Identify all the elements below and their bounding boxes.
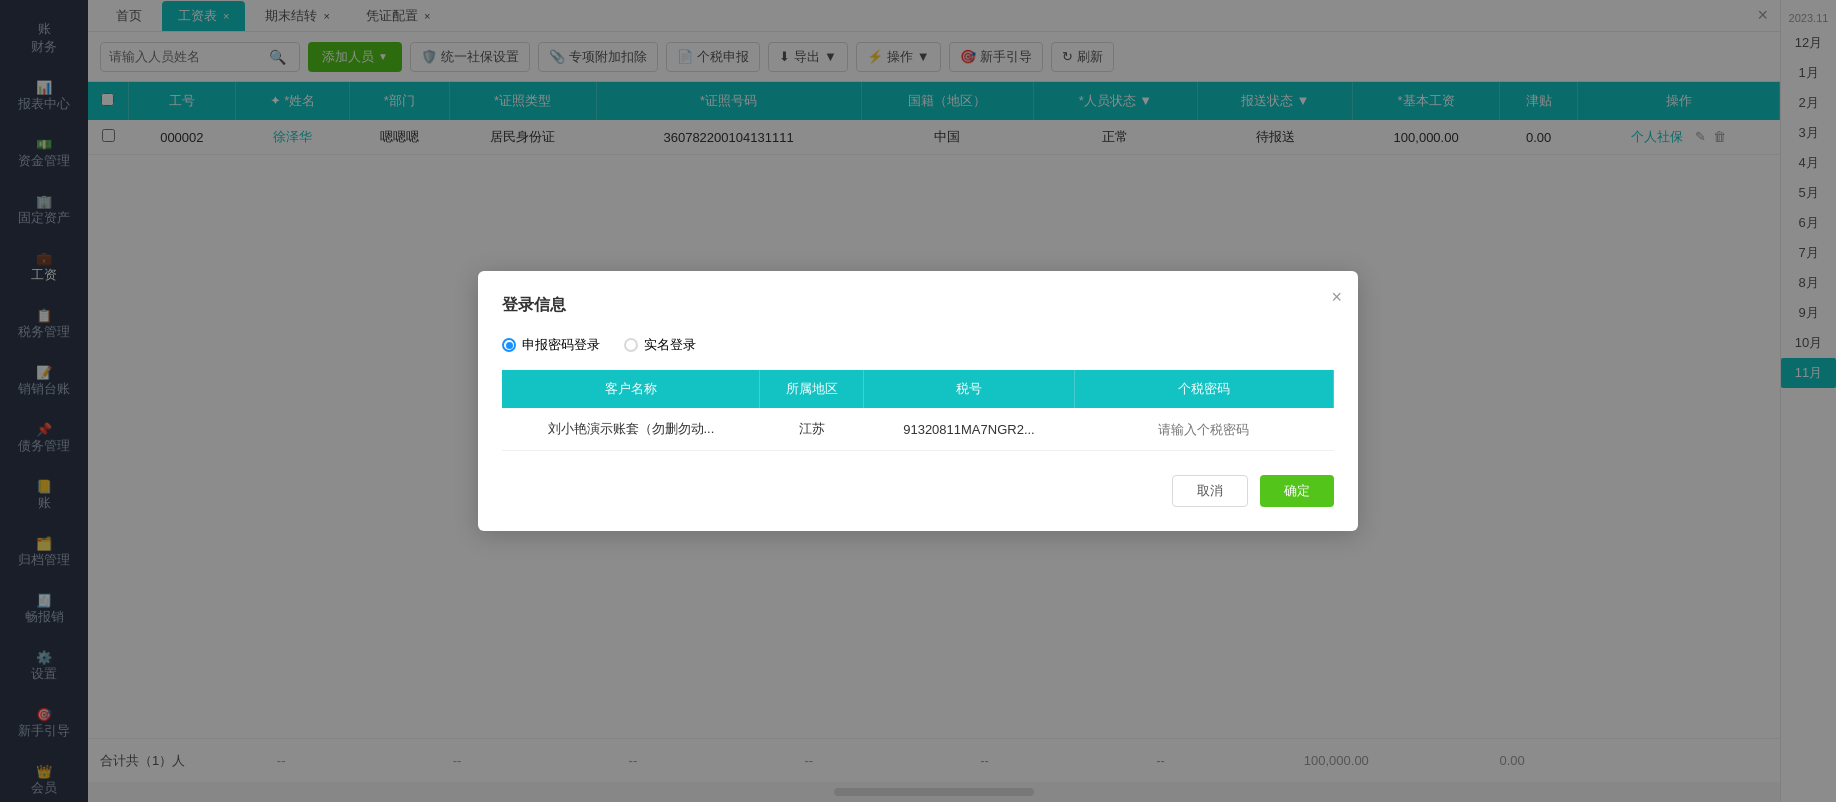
modal-table: 客户名称 所属地区 税号 个税密码 刘小艳演示账套（勿删勿动... 江苏 913…	[502, 370, 1334, 451]
app-container: 账 财务 📊 报表中心 💵 资金管理 🏢 固定资产 💼 工资 📋 税务管理 📝 …	[0, 0, 1836, 802]
modal-title: 登录信息	[502, 295, 1334, 316]
radio-report-pwd-circle	[502, 338, 516, 352]
modal-col-tax-no: 税号	[864, 370, 1074, 408]
radio-report-pwd[interactable]: 申报密码登录	[502, 336, 600, 354]
modal-col-region: 所属地区	[760, 370, 864, 408]
cancel-button[interactable]: 取消	[1172, 475, 1248, 507]
radio-real-name[interactable]: 实名登录	[624, 336, 696, 354]
modal-overlay: 登录信息 × 申报密码登录 实名登录 客户名称 所属地区	[0, 0, 1836, 802]
modal-col-password: 个税密码	[1074, 370, 1333, 408]
radio-report-pwd-label: 申报密码登录	[522, 336, 600, 354]
radio-group: 申报密码登录 实名登录	[502, 336, 1334, 354]
login-modal: 登录信息 × 申报密码登录 实名登录 客户名称 所属地区	[478, 271, 1358, 531]
modal-table-row: 刘小艳演示账套（勿删勿动... 江苏 91320811MA7NGR2...	[502, 408, 1334, 451]
confirm-button[interactable]: 确定	[1260, 475, 1334, 507]
radio-real-name-circle	[624, 338, 638, 352]
modal-close-btn[interactable]: ×	[1331, 287, 1342, 308]
modal-row-password[interactable]	[1074, 408, 1333, 451]
modal-footer: 取消 确定	[502, 475, 1334, 507]
modal-row-name: 刘小艳演示账套（勿删勿动...	[502, 408, 760, 451]
tax-password-input[interactable]	[1086, 422, 1321, 437]
modal-col-name: 客户名称	[502, 370, 760, 408]
modal-row-tax-no: 91320811MA7NGR2...	[864, 408, 1074, 451]
modal-row-region: 江苏	[760, 408, 864, 451]
radio-real-name-label: 实名登录	[644, 336, 696, 354]
